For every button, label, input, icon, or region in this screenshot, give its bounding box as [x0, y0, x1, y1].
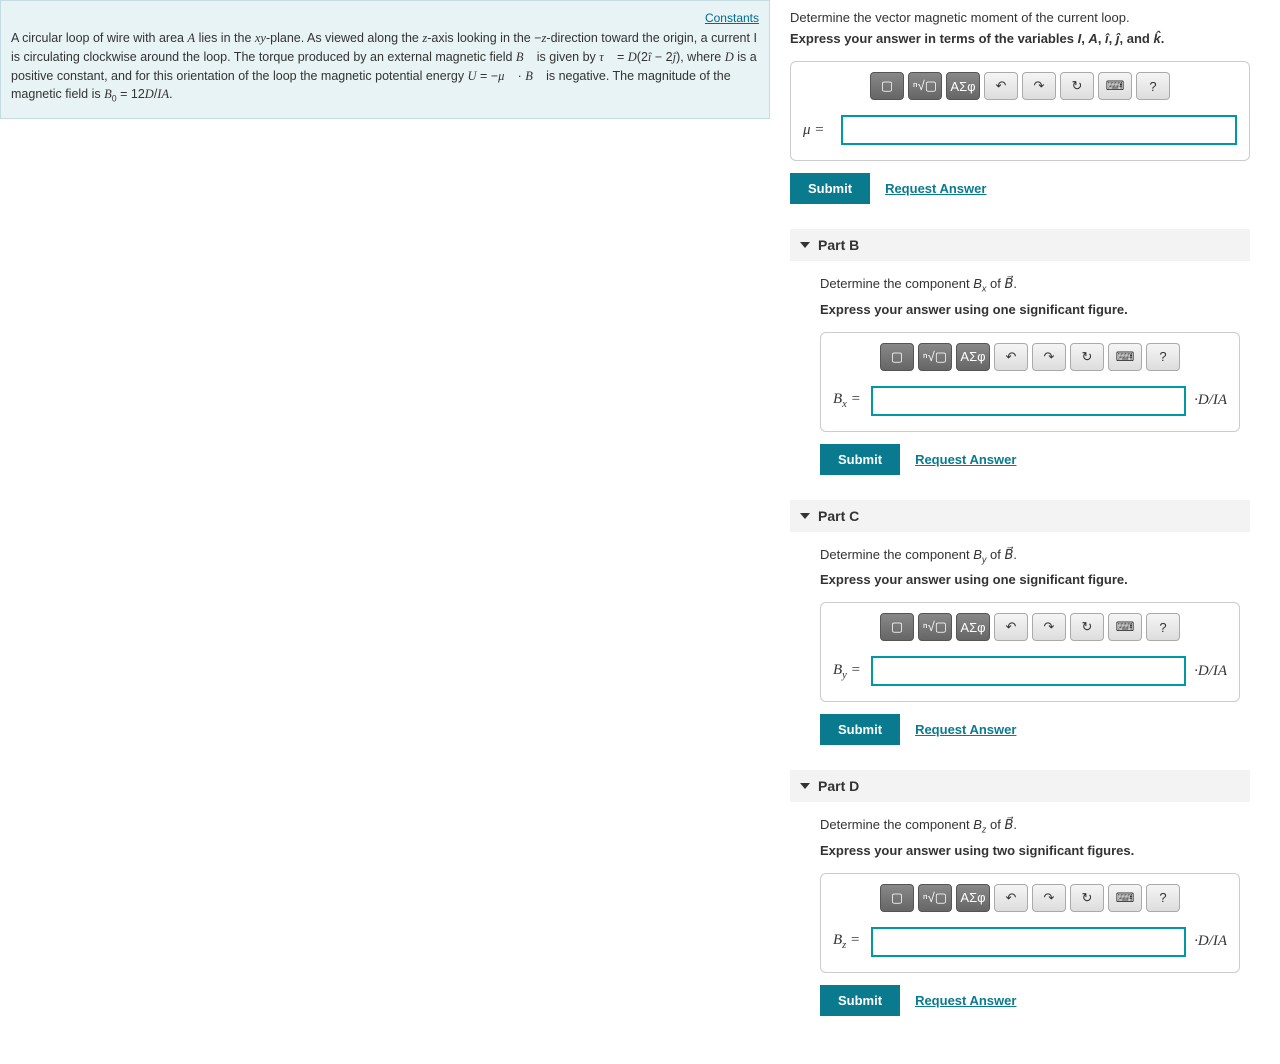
keyboard-button[interactable]: ⌨ [1108, 343, 1142, 371]
greek-button[interactable]: ΑΣφ [956, 343, 990, 371]
part-a-prompt: Determine the vector magnetic moment of … [790, 10, 1250, 25]
unit-d: ·D/IA [1194, 933, 1227, 950]
greek-button[interactable]: ΑΣφ [956, 884, 990, 912]
part-b: Part B Determine the component Bx of B⃗.… [790, 229, 1250, 475]
unit-c: ·D/IA [1194, 663, 1227, 680]
root-button[interactable]: ⁿ√▢ [908, 72, 942, 100]
part-c-instruction: Express your answer using one significan… [820, 572, 1240, 587]
root-button[interactable]: ⁿ√▢ [918, 343, 952, 371]
part-a: Determine the vector magnetic moment of … [790, 10, 1250, 204]
part-b-header[interactable]: Part B [790, 229, 1250, 261]
templates-button[interactable]: ▢ [880, 884, 914, 912]
reset-button[interactable]: ↻ [1070, 884, 1104, 912]
redo-button[interactable]: ↷ [1032, 343, 1066, 371]
answer-input-a[interactable] [841, 115, 1237, 145]
formula-toolbar: ▢ ⁿ√▢ ΑΣφ ↶ ↷ ↻ ⌨ ? [803, 72, 1237, 100]
var-label-c: By = [833, 662, 863, 681]
part-b-prompt: Determine the component Bx of B⃗. [820, 276, 1240, 294]
submit-button-a[interactable]: Submit [790, 173, 870, 204]
var-label-b: Bx = [833, 391, 863, 410]
part-d-header[interactable]: Part D [790, 770, 1250, 802]
request-answer-c[interactable]: Request Answer [915, 722, 1016, 737]
part-d-title: Part D [818, 778, 859, 794]
constants-link[interactable]: Constants [705, 11, 759, 25]
chevron-down-icon [800, 242, 810, 248]
templates-button[interactable]: ▢ [880, 343, 914, 371]
templates-button[interactable]: ▢ [880, 613, 914, 641]
unit-b: ·D/IA [1194, 392, 1227, 409]
templates-button[interactable]: ▢ [870, 72, 904, 100]
formula-toolbar: ▢ ⁿ√▢ ΑΣφ ↶ ↷ ↻ ⌨ ? [833, 343, 1227, 371]
part-c-header[interactable]: Part C [790, 500, 1250, 532]
part-d-instruction: Express your answer using two significan… [820, 843, 1240, 858]
greek-button[interactable]: ΑΣφ [956, 613, 990, 641]
part-c-prompt: Determine the component By of B⃗. [820, 547, 1240, 565]
answer-box-c: ▢ ⁿ√▢ ΑΣφ ↶ ↷ ↻ ⌨ ? By = ·D/IA [820, 602, 1240, 702]
var-label-a: μ = [803, 122, 833, 139]
submit-button-d[interactable]: Submit [820, 985, 900, 1016]
redo-button[interactable]: ↷ [1022, 72, 1056, 100]
help-button[interactable]: ? [1146, 613, 1180, 641]
var-label-d: Bz = [833, 932, 863, 951]
formula-toolbar: ▢ ⁿ√▢ ΑΣφ ↶ ↷ ↻ ⌨ ? [833, 884, 1227, 912]
problem-text: A circular loop of wire with area A lies… [11, 29, 759, 106]
root-button[interactable]: ⁿ√▢ [918, 884, 952, 912]
redo-button[interactable]: ↷ [1032, 613, 1066, 641]
part-d-prompt: Determine the component Bz of B⃗. [820, 817, 1240, 835]
answer-input-b[interactable] [871, 386, 1186, 416]
part-a-instruction: Express your answer in terms of the vari… [790, 31, 1250, 46]
undo-button[interactable]: ↶ [984, 72, 1018, 100]
part-b-instruction: Express your answer using one significan… [820, 302, 1240, 317]
reset-button[interactable]: ↻ [1070, 613, 1104, 641]
answer-box-d: ▢ ⁿ√▢ ΑΣφ ↶ ↷ ↻ ⌨ ? Bz = ·D/IA [820, 873, 1240, 973]
submit-button-c[interactable]: Submit [820, 714, 900, 745]
reset-button[interactable]: ↻ [1060, 72, 1094, 100]
part-b-title: Part B [818, 237, 859, 253]
answer-input-d[interactable] [871, 927, 1186, 957]
chevron-down-icon [800, 513, 810, 519]
greek-button[interactable]: ΑΣφ [946, 72, 980, 100]
request-answer-b[interactable]: Request Answer [915, 452, 1016, 467]
keyboard-button[interactable]: ⌨ [1108, 884, 1142, 912]
keyboard-button[interactable]: ⌨ [1108, 613, 1142, 641]
part-d: Part D Determine the component Bz of B⃗.… [790, 770, 1250, 1016]
request-answer-a[interactable]: Request Answer [885, 181, 986, 196]
part-c-title: Part C [818, 508, 859, 524]
problem-statement: Constants A circular loop of wire with a… [0, 0, 770, 119]
reset-button[interactable]: ↻ [1070, 343, 1104, 371]
help-button[interactable]: ? [1136, 72, 1170, 100]
submit-button-b[interactable]: Submit [820, 444, 900, 475]
root-button[interactable]: ⁿ√▢ [918, 613, 952, 641]
undo-button[interactable]: ↶ [994, 613, 1028, 641]
part-c: Part C Determine the component By of B⃗.… [790, 500, 1250, 746]
keyboard-button[interactable]: ⌨ [1098, 72, 1132, 100]
redo-button[interactable]: ↷ [1032, 884, 1066, 912]
answer-box-b: ▢ ⁿ√▢ ΑΣφ ↶ ↷ ↻ ⌨ ? Bx = ·D/IA [820, 332, 1240, 432]
answer-box-a: ▢ ⁿ√▢ ΑΣφ ↶ ↷ ↻ ⌨ ? μ = [790, 61, 1250, 161]
request-answer-d[interactable]: Request Answer [915, 993, 1016, 1008]
help-button[interactable]: ? [1146, 343, 1180, 371]
help-button[interactable]: ? [1146, 884, 1180, 912]
answer-input-c[interactable] [871, 656, 1186, 686]
chevron-down-icon [800, 783, 810, 789]
formula-toolbar: ▢ ⁿ√▢ ΑΣφ ↶ ↷ ↻ ⌨ ? [833, 613, 1227, 641]
undo-button[interactable]: ↶ [994, 343, 1028, 371]
undo-button[interactable]: ↶ [994, 884, 1028, 912]
